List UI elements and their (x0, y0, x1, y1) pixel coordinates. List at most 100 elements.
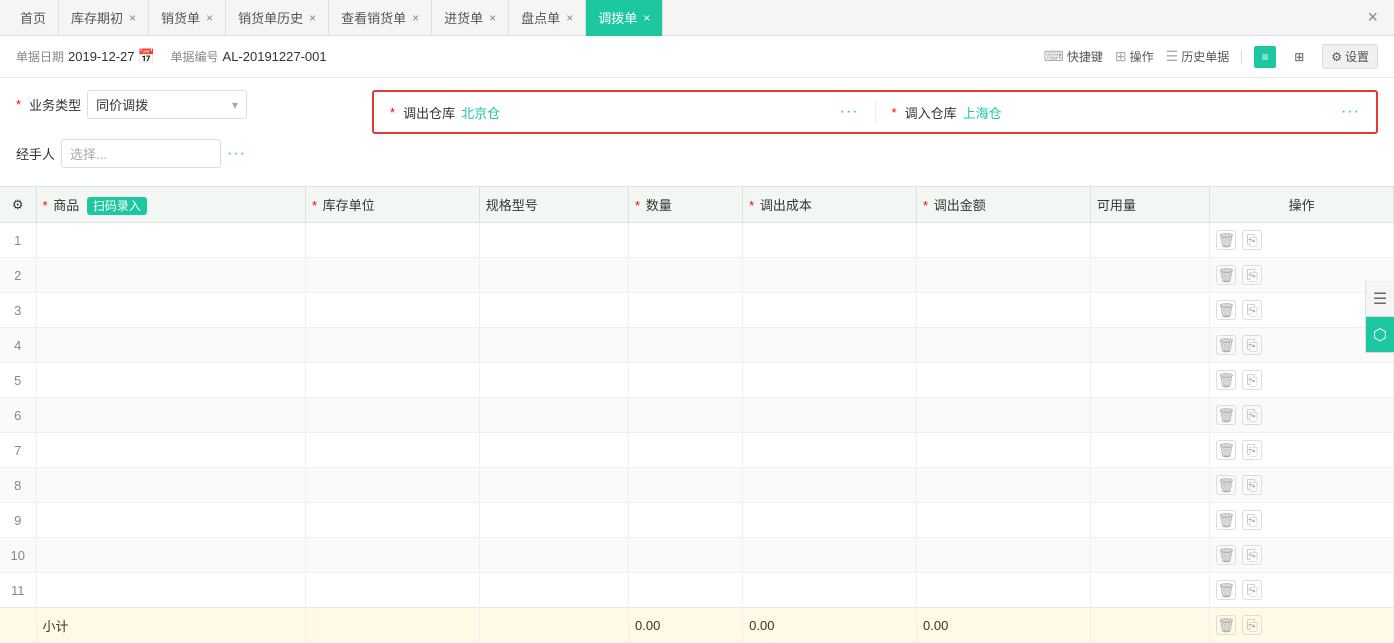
row-spec-cell[interactable] (479, 573, 628, 608)
tab-sales-history[interactable]: 销货单历史 × (226, 0, 329, 36)
close-tab-stocktake[interactable]: × (566, 11, 573, 25)
tab-home[interactable]: 首页 (8, 0, 59, 36)
row-qty-cell[interactable] (629, 328, 743, 363)
operation-button[interactable]: ⊞ 操作 (1115, 48, 1154, 65)
gear-column-header[interactable]: ⚙ (0, 187, 36, 223)
row-amount-cell[interactable] (917, 398, 1091, 433)
row-amount-cell[interactable] (917, 328, 1091, 363)
row-amount-cell[interactable] (917, 223, 1091, 258)
delete-subtotal-icon[interactable]: 🗑 (1216, 615, 1236, 635)
row-spec-cell[interactable] (479, 398, 628, 433)
row-amount-cell[interactable] (917, 363, 1091, 398)
row-cost-cell[interactable] (743, 223, 917, 258)
row-product-cell[interactable] (36, 398, 305, 433)
delete-row-icon[interactable]: 🗑 (1216, 510, 1236, 530)
row-unit-cell[interactable] (305, 328, 479, 363)
tab-view-sales[interactable]: 查看销货单 × (329, 0, 432, 36)
close-tab-sales-history[interactable]: × (309, 11, 316, 25)
row-product-cell[interactable] (36, 468, 305, 503)
row-qty-cell[interactable] (629, 293, 743, 328)
grid-view-button[interactable]: ⊞ (1288, 46, 1310, 68)
row-unit-cell[interactable] (305, 223, 479, 258)
row-qty-cell[interactable] (629, 573, 743, 608)
delete-row-icon[interactable]: 🗑 (1216, 405, 1236, 425)
row-cost-cell[interactable] (743, 573, 917, 608)
close-tab-purchase[interactable]: × (489, 11, 496, 25)
out-warehouse-more-icon[interactable]: ··· (840, 103, 859, 121)
row-product-cell[interactable] (36, 223, 305, 258)
right-toolbar-expand-icon[interactable]: ⬡ (1366, 317, 1394, 353)
row-cost-cell[interactable] (743, 468, 917, 503)
row-spec-cell[interactable] (479, 293, 628, 328)
row-spec-cell[interactable] (479, 538, 628, 573)
copy-row-icon[interactable]: ⎘ (1242, 405, 1262, 425)
delete-row-icon[interactable]: 🗑 (1216, 370, 1236, 390)
row-unit-cell[interactable] (305, 293, 479, 328)
delete-row-icon[interactable]: 🗑 (1216, 300, 1236, 320)
tab-inventory-init[interactable]: 库存期初 × (59, 0, 149, 36)
delete-row-icon[interactable]: 🗑 (1216, 580, 1236, 600)
row-amount-cell[interactable] (917, 538, 1091, 573)
row-spec-cell[interactable] (479, 503, 628, 538)
row-unit-cell[interactable] (305, 433, 479, 468)
delete-row-icon[interactable]: 🗑 (1216, 440, 1236, 460)
row-amount-cell[interactable] (917, 573, 1091, 608)
row-product-cell[interactable] (36, 503, 305, 538)
row-product-cell[interactable] (36, 573, 305, 608)
copy-row-icon[interactable]: ⎘ (1242, 580, 1262, 600)
row-cost-cell[interactable] (743, 258, 917, 293)
copy-row-icon[interactable]: ⎘ (1242, 370, 1262, 390)
list-view-button[interactable]: ≡ (1254, 46, 1276, 68)
calendar-icon[interactable]: 📅 (139, 49, 155, 65)
row-qty-cell[interactable] (629, 468, 743, 503)
close-all-tabs-button[interactable]: × (1359, 7, 1386, 28)
copy-row-icon[interactable]: ⎘ (1242, 300, 1262, 320)
history-button[interactable]: ☰ 历史单据 (1166, 48, 1230, 65)
delete-row-icon[interactable]: 🗑 (1216, 230, 1236, 250)
row-qty-cell[interactable] (629, 363, 743, 398)
copy-row-icon[interactable]: ⎘ (1242, 230, 1262, 250)
row-qty-cell[interactable] (629, 433, 743, 468)
row-product-cell[interactable] (36, 538, 305, 573)
close-tab-view-sales[interactable]: × (412, 11, 419, 25)
row-unit-cell[interactable] (305, 468, 479, 503)
close-tab-inventory-init[interactable]: × (129, 11, 136, 25)
row-spec-cell[interactable] (479, 433, 628, 468)
row-qty-cell[interactable] (629, 223, 743, 258)
row-unit-cell[interactable] (305, 573, 479, 608)
delete-row-icon[interactable]: 🗑 (1216, 265, 1236, 285)
copy-row-icon[interactable]: ⎘ (1242, 265, 1262, 285)
row-amount-cell[interactable] (917, 433, 1091, 468)
row-product-cell[interactable] (36, 258, 305, 293)
row-cost-cell[interactable] (743, 538, 917, 573)
close-tab-sales-order[interactable]: × (206, 11, 213, 25)
tab-purchase[interactable]: 进货单 × (432, 0, 509, 36)
copy-subtotal-icon[interactable]: ⎘ (1242, 615, 1262, 635)
row-qty-cell[interactable] (629, 398, 743, 433)
settings-button[interactable]: ⚙ 设置 (1322, 44, 1378, 69)
row-qty-cell[interactable] (629, 503, 743, 538)
row-amount-cell[interactable] (917, 503, 1091, 538)
row-amount-cell[interactable] (917, 293, 1091, 328)
scan-entry-button[interactable]: 扫码录入 (87, 197, 147, 215)
handler-more-icon[interactable]: ··· (227, 145, 246, 163)
tab-transfer[interactable]: 调拨单 × (586, 0, 663, 36)
row-product-cell[interactable] (36, 293, 305, 328)
in-warehouse-more-icon[interactable]: ··· (1341, 103, 1360, 121)
delete-row-icon[interactable]: 🗑 (1216, 335, 1236, 355)
row-unit-cell[interactable] (305, 258, 479, 293)
copy-row-icon[interactable]: ⎘ (1242, 440, 1262, 460)
copy-row-icon[interactable]: ⎘ (1242, 510, 1262, 530)
row-cost-cell[interactable] (743, 503, 917, 538)
row-cost-cell[interactable] (743, 293, 917, 328)
row-spec-cell[interactable] (479, 223, 628, 258)
row-cost-cell[interactable] (743, 328, 917, 363)
business-type-select[interactable]: 同价调拨 ▾ (87, 90, 247, 119)
delete-row-icon[interactable]: 🗑 (1216, 475, 1236, 495)
row-spec-cell[interactable] (479, 258, 628, 293)
row-cost-cell[interactable] (743, 363, 917, 398)
delete-row-icon[interactable]: 🗑 (1216, 545, 1236, 565)
copy-row-icon[interactable]: ⎘ (1242, 475, 1262, 495)
shortcut-button[interactable]: ⌨ 快捷键 (1044, 48, 1103, 65)
row-qty-cell[interactable] (629, 538, 743, 573)
